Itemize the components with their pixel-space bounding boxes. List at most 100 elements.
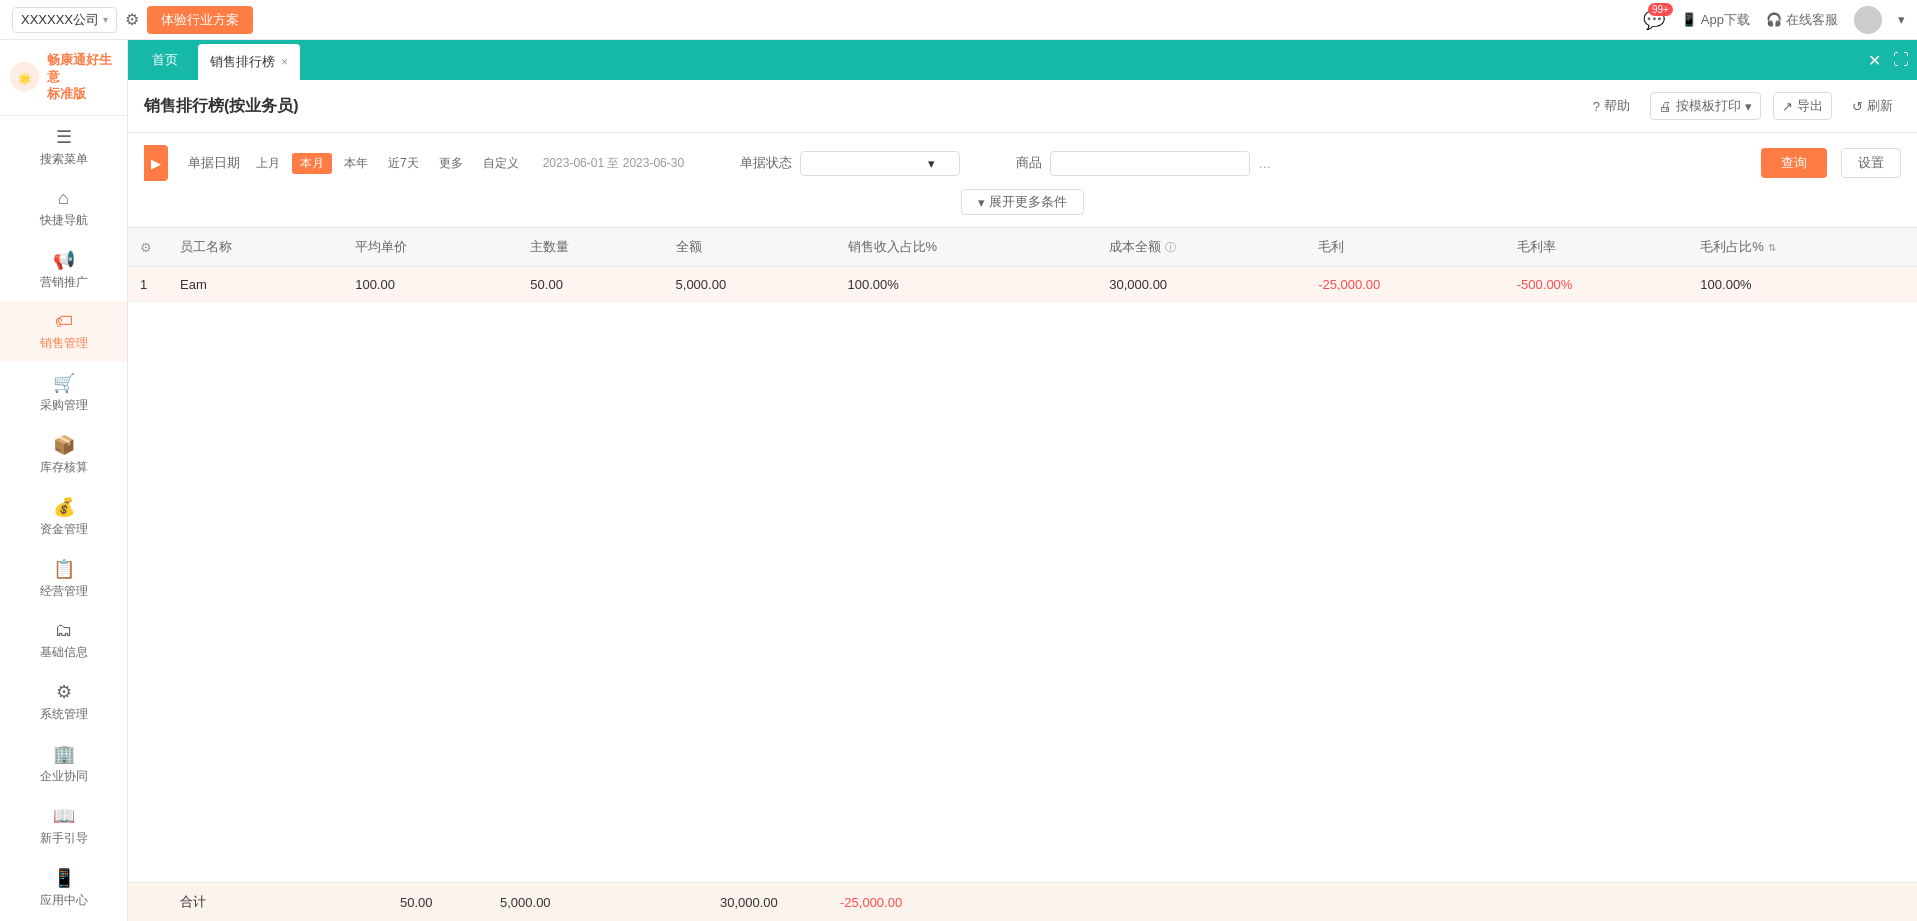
date-tab-7days[interactable]: 近7天 xyxy=(380,153,427,174)
export-button[interactable]: ↗ 导出 xyxy=(1773,92,1832,120)
company-selector[interactable]: XXXXXX公司 ▾ xyxy=(12,7,117,33)
status-label: 单据状态 xyxy=(740,154,792,172)
goods-more-icon[interactable]: … xyxy=(1258,156,1271,171)
tab-sales-ranking[interactable]: 销售排行榜 × xyxy=(198,44,300,80)
refresh-icon: ↺ xyxy=(1852,99,1863,114)
date-label: 单据日期 xyxy=(188,154,240,172)
guide-icon: 📖 xyxy=(53,805,75,827)
online-service-link[interactable]: 🎧 在线客服 xyxy=(1766,11,1838,29)
col-sales-pct: 销售收入占比% xyxy=(836,228,1098,267)
sidebar-item-operation[interactable]: 📋 经营管理 xyxy=(0,548,127,610)
sidebar-item-marketing[interactable]: 📢 营销推广 xyxy=(0,239,127,301)
expand-icon: ▾ xyxy=(978,195,985,210)
date-tab-this-year[interactable]: 本年 xyxy=(336,153,376,174)
col-amount: 全额 xyxy=(664,228,836,267)
col-quantity: 主数量 xyxy=(518,228,663,267)
tab-home[interactable]: 首页 xyxy=(136,40,194,80)
col-settings[interactable]: ⚙ xyxy=(128,228,168,267)
refresh-button[interactable]: ↺ 刷新 xyxy=(1844,93,1901,119)
cell-amount: 5,000.00 xyxy=(664,267,836,303)
message-icon[interactable]: 💬 99+ xyxy=(1643,9,1665,31)
logo-icon: 🌟 xyxy=(8,59,41,95)
finance-icon: 💰 xyxy=(53,496,75,518)
status-select[interactable]: ▾ xyxy=(800,151,960,176)
top-bar-left: XXXXXX公司 ▾ ⚙ 体验行业方案 xyxy=(12,6,1635,34)
sidebar-item-quick-nav[interactable]: ⌂ 快捷导航 xyxy=(0,178,127,239)
cell-gross-pct: 100.00% xyxy=(1688,267,1917,303)
expand-row: ▾ 展开更多条件 xyxy=(144,189,1901,215)
settings-icon[interactable]: ⚙ xyxy=(125,10,139,29)
print-button[interactable]: 🖨 按模板打印 ▾ xyxy=(1650,92,1761,120)
app-download-link[interactable]: 📱 App下载 xyxy=(1681,11,1750,29)
gross-pct-sort-icon: ⇅ xyxy=(1768,242,1776,253)
date-tab-custom[interactable]: 自定义 xyxy=(475,153,527,174)
help-button[interactable]: ? 帮助 xyxy=(1585,93,1638,119)
sales-icon: 🏷 xyxy=(55,311,73,332)
goods-input[interactable] xyxy=(1050,151,1250,176)
date-filter: 单据日期 上月 本月 本年 近7天 更多 自定义 xyxy=(188,153,527,174)
sidebar-item-inventory[interactable]: 📦 库存核算 xyxy=(0,424,127,486)
table-footer: 合计 50.00 5,000.00 30,000.00 -25,000.00 xyxy=(128,882,1917,921)
print-icon: 🖨 xyxy=(1659,99,1672,114)
sidebar: 🌟 畅康通好生意 标准版 ☰ 搜索菜单 ⌂ 快捷导航 📢 营销推广 🏷 销售管理… xyxy=(0,40,128,921)
svg-text:🌟: 🌟 xyxy=(18,72,32,85)
tab-bar-close-icon[interactable]: ✕ xyxy=(1868,51,1881,70)
sidebar-item-app-center[interactable]: 📱 应用中心 xyxy=(0,857,127,919)
table-wrapper[interactable]: ⚙ 员工名称 平均单价 主数量 全额 销售收入占比% 成本全额 ⓘ xyxy=(128,228,1917,882)
tab-bar-fullscreen-icon[interactable]: ⛶ xyxy=(1893,51,1909,69)
tab-close-icon[interactable]: × xyxy=(281,55,288,69)
page-content: 销售排行榜(按业务员) ? 帮助 🖨 按模板打印 ▾ ↗ 导出 xyxy=(128,80,1917,921)
content-area: 首页 销售排行榜 × ✕ ⛶ 销售排行榜(按业务员) ? 帮助 xyxy=(128,40,1917,921)
cell-sales-pct: 100.00% xyxy=(836,267,1098,303)
footer-quantity: 50.00 xyxy=(388,895,488,910)
column-settings-icon[interactable]: ⚙ xyxy=(140,240,152,255)
marketing-icon: 📢 xyxy=(53,249,75,271)
sidebar-item-basic-info[interactable]: 🗂 基础信息 xyxy=(0,610,127,671)
enterprise-icon: 🏢 xyxy=(53,743,75,765)
query-button[interactable]: 查询 xyxy=(1761,148,1827,178)
sidebar-item-system[interactable]: ⚙ 系统管理 xyxy=(0,671,127,733)
col-avg-price: 平均单价 xyxy=(343,228,518,267)
msg-badge: 99+ xyxy=(1648,3,1673,16)
page-title: 销售排行榜(按业务员) xyxy=(144,96,299,117)
data-table: ⚙ 员工名称 平均单价 主数量 全额 销售收入占比% 成本全额 ⓘ xyxy=(128,228,1917,303)
cell-name: Eam xyxy=(168,267,343,303)
date-tab-last-month[interactable]: 上月 xyxy=(248,153,288,174)
system-icon: ⚙ xyxy=(56,681,72,703)
settings-small-button[interactable]: 设置 xyxy=(1841,148,1901,178)
tab-label: 销售排行榜 xyxy=(210,53,275,71)
footer-amount: 5,000.00 xyxy=(488,895,588,910)
col-gross: 毛利 xyxy=(1306,228,1505,267)
date-tab-more[interactable]: 更多 xyxy=(431,153,471,174)
inventory-icon: 📦 xyxy=(53,434,75,456)
sidebar-item-purchase[interactable]: 🛒 采购管理 xyxy=(0,362,127,424)
cell-rank: 1 xyxy=(128,267,168,303)
app-center-icon: 📱 xyxy=(53,867,75,889)
basic-info-icon: 🗂 xyxy=(55,620,73,641)
sidebar-item-sales[interactable]: 🏷 销售管理 xyxy=(0,301,127,362)
avatar[interactable] xyxy=(1854,6,1882,34)
col-name: 员工名称 xyxy=(168,228,343,267)
headset-icon: 🎧 xyxy=(1766,12,1782,27)
help-icon: ? xyxy=(1593,99,1600,114)
sidebar-item-finance[interactable]: 💰 资金管理 xyxy=(0,486,127,548)
search-icon: ☰ xyxy=(56,126,72,148)
print-chevron-icon: ▾ xyxy=(1745,99,1752,114)
trial-button[interactable]: 体验行业方案 xyxy=(147,6,253,34)
cell-gross: -25,000.00 xyxy=(1306,267,1505,303)
tab-bar: 首页 销售排行榜 × ✕ ⛶ xyxy=(128,40,1917,80)
user-name[interactable]: ▾ xyxy=(1898,12,1905,27)
page-actions: ? 帮助 🖨 按模板打印 ▾ ↗ 导出 ↺ 刷新 xyxy=(1585,92,1901,120)
table-area: ⚙ 员工名称 平均单价 主数量 全额 销售收入占比% 成本全额 ⓘ xyxy=(128,228,1917,921)
expand-conditions-button[interactable]: ▾ 展开更多条件 xyxy=(961,189,1084,215)
sidebar-item-guide[interactable]: 📖 新手引导 xyxy=(0,795,127,857)
company-name: XXXXXX公司 xyxy=(21,11,99,29)
footer-label: 合计 xyxy=(168,893,288,911)
main-layout: 🌟 畅康通好生意 标准版 ☰ 搜索菜单 ⌂ 快捷导航 📢 营销推广 🏷 销售管理… xyxy=(0,40,1917,921)
date-tab-this-month[interactable]: 本月 xyxy=(292,153,332,174)
sidebar-item-enterprise[interactable]: 🏢 企业协同 xyxy=(0,733,127,795)
filter-collapse-arrow[interactable]: ▶ xyxy=(144,145,168,181)
date-range-text: 2023-06-01 至 2023-06-30 xyxy=(543,155,684,172)
sidebar-item-search-order[interactable]: ☰ 搜索菜单 xyxy=(0,116,127,178)
goods-label: 商品 xyxy=(1016,154,1042,172)
